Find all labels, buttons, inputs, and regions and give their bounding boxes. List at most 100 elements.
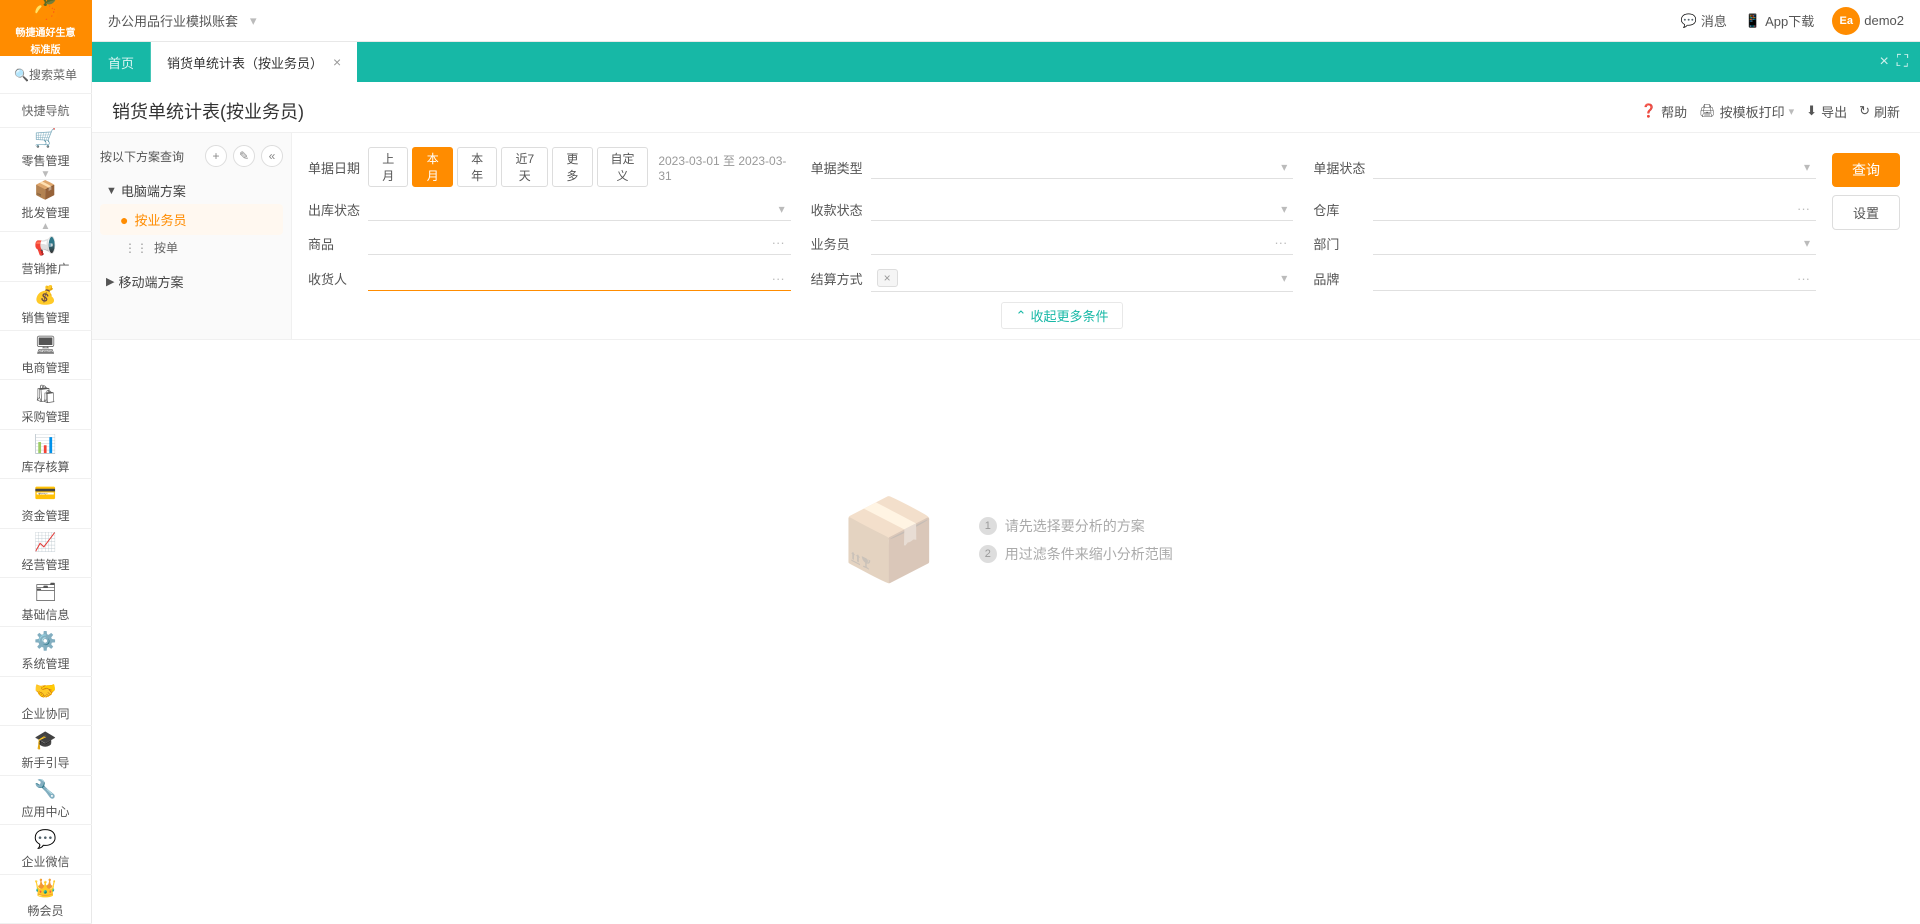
help-button[interactable]: ❓ 帮助 — [1641, 102, 1687, 121]
brand-dots: ··· — [1797, 271, 1810, 286]
collapse-button[interactable]: ⌃ 收起更多条件 — [1001, 302, 1124, 329]
receipt-status-select[interactable]: ▾ — [871, 198, 1294, 221]
print-button[interactable]: 🖨 按模板打印 ▾ — [1699, 102, 1794, 121]
tab-home[interactable]: 首页 — [92, 42, 151, 82]
filter-collapse-row: ⌃ 收起更多条件 — [292, 292, 1832, 339]
wholesale-arrow: ▲ — [41, 221, 51, 232]
panel-collapse-btn[interactable]: « — [261, 145, 283, 167]
sidebar-item-ecommerce[interactable]: 🖥 电商管理 — [0, 331, 92, 380]
panel-sub-order[interactable]: ⋮⋮ 按单 — [116, 235, 283, 260]
tab-expand[interactable]: × ⛶ — [1867, 42, 1920, 82]
edit-icon: ✎ — [239, 149, 249, 163]
sidebar-item-operation[interactable]: 📈 经营管理 — [0, 529, 92, 578]
sidebar-item-retail[interactable]: 🛒 零售管理 ▼ — [0, 128, 92, 180]
topbar-right: 💬 消息 📱 App下载 Ea demo2 — [1681, 7, 1904, 35]
settlement-tag-close[interactable]: × — [884, 271, 891, 285]
mobile-section-header[interactable]: ▶ 移动端方案 — [100, 268, 283, 295]
print-arrow: ▾ — [1789, 105, 1795, 118]
out-status-select[interactable]: ▾ — [368, 198, 791, 221]
sidebar-item-member[interactable]: 👑 畅会员 — [0, 875, 92, 924]
sidebar-quick-nav[interactable]: 快捷导航 — [0, 94, 92, 128]
tab-home-label: 首页 — [108, 53, 134, 72]
close-window-icon[interactable]: × — [1879, 53, 1888, 71]
sidebar-item-sales-label: 销售管理 — [21, 309, 69, 326]
retail-arrow: ▼ — [41, 169, 51, 180]
sidebar-item-purchase[interactable]: 🛍 采购管理 — [0, 380, 92, 429]
sidebar-item-sales[interactable]: 💰 销售管理 — [0, 282, 92, 331]
sidebar-item-marketing[interactable]: 📢 营销推广 — [0, 232, 92, 281]
filter-row-3: 商品 ··· 业务员 ··· 部门 ▾ — [292, 221, 1832, 255]
tab-active[interactable]: 销货单统计表（按业务员） × — [151, 42, 357, 82]
user-profile[interactable]: Ea demo2 — [1832, 7, 1904, 35]
expand-icon[interactable]: ⛶ — [1897, 53, 1908, 71]
message-button[interactable]: 💬 消息 — [1681, 11, 1727, 30]
topbar-dropdown-icon[interactable]: ▾ — [250, 13, 257, 29]
brand-input[interactable]: ··· — [1373, 267, 1816, 291]
settlement-select[interactable]: × ▾ — [871, 265, 1294, 292]
sidebar-item-inventory-label: 库存核算 — [21, 458, 69, 475]
doc-type-label: 单据类型 — [811, 158, 863, 177]
sidebar-item-inventory[interactable]: 📊 库存核算 — [0, 430, 92, 479]
date-btn-more[interactable]: 更多 — [552, 147, 592, 187]
sidebar-item-wholesale[interactable]: 📦 批发管理 ▲ — [0, 180, 92, 232]
refresh-label: 刷新 — [1874, 102, 1900, 121]
page-header: 销货单统计表(按业务员) ❓ 帮助 🖨 按模板打印 ▾ ⬇ 导出 ↻ 刷新 — [92, 82, 1920, 133]
refresh-button[interactable]: ↻ 刷新 — [1859, 102, 1900, 121]
page-actions: ❓ 帮助 🖨 按模板打印 ▾ ⬇ 导出 ↻ 刷新 — [1641, 102, 1900, 121]
tab-close-icon[interactable]: × — [333, 54, 341, 70]
topbar: 办公用品行业模拟账套 ▾ 💬 消息 📱 App下载 Ea demo2 — [92, 0, 1920, 42]
date-btn-this-year[interactable]: 本年 — [457, 147, 497, 187]
sidebar-item-finance[interactable]: 💳 资金管理 — [0, 479, 92, 528]
salesman-input[interactable]: ··· — [871, 231, 1294, 255]
operation-icon: 📈 — [34, 532, 56, 553]
marketing-icon: 📢 — [34, 236, 56, 257]
date-btn-7days[interactable]: 近7天 — [501, 147, 548, 187]
sidebar-item-appstore[interactable]: 🔧 应用中心 — [0, 776, 92, 825]
desktop-section-header[interactable]: ▼ 电脑端方案 — [100, 177, 283, 204]
print-label: 按模板打印 — [1720, 102, 1785, 121]
sidebar-search[interactable]: 🔍 搜索菜单 — [0, 56, 92, 94]
query-button[interactable]: 查询 — [1832, 153, 1900, 187]
sidebar-item-system[interactable]: ⚙️ 系统管理 — [0, 627, 92, 676]
doc-status-select[interactable]: ▾ — [1373, 156, 1816, 179]
panel-item-salesman[interactable]: ● 按业务员 — [100, 204, 283, 235]
panel-item-salesman-label: 按业务员 — [134, 210, 186, 229]
print-icon: 🖨 — [1699, 103, 1716, 119]
app-download-button[interactable]: 📱 App下载 — [1745, 11, 1814, 30]
doc-status-label: 单据状态 — [1313, 158, 1365, 177]
goods-dots: ··· — [772, 235, 785, 250]
export-button[interactable]: ⬇ 导出 — [1806, 102, 1847, 121]
filter-row-2: 出库状态 ▾ 收款状态 ▾ 仓库 ··· — [292, 187, 1832, 221]
panel-edit-btn[interactable]: ✎ — [233, 145, 255, 167]
dept-label: 部门 — [1313, 234, 1373, 253]
help-label: 帮助 — [1661, 102, 1687, 121]
left-panel: 按以下方案查询 + ✎ « ▼ — [92, 133, 292, 339]
goods-input[interactable]: ··· — [368, 231, 791, 255]
consignee-input[interactable]: ··· — [368, 267, 791, 291]
date-btn-last-month[interactable]: 上月 — [368, 147, 408, 187]
sidebar-item-newbie[interactable]: 🎓 新手引导 — [0, 726, 92, 775]
collapse-arrow-icon: ⌃ — [1016, 308, 1027, 324]
collapse-label: 收起更多条件 — [1030, 306, 1108, 325]
warehouse-label: 仓库 — [1313, 200, 1373, 219]
dept-select[interactable]: ▾ — [1373, 232, 1816, 255]
date-btn-custom[interactable]: 自定义 — [597, 147, 649, 187]
panel-sub-order-label: 按单 — [154, 239, 178, 256]
ecommerce-icon: 🖥 — [34, 335, 57, 356]
section-arrow: ▼ — [106, 185, 117, 197]
system-icon: ⚙️ — [34, 631, 56, 652]
settings-button[interactable]: 设置 — [1832, 195, 1900, 230]
sidebar-item-basic[interactable]: 🗂 基础信息 — [0, 578, 92, 627]
warehouse-dots: ··· — [1797, 201, 1810, 216]
warehouse-select[interactable]: ··· — [1373, 197, 1816, 221]
doc-type-select[interactable]: ▾ — [871, 156, 1294, 179]
sidebar-item-corp[interactable]: 🤝 企业协同 — [0, 677, 92, 726]
add-icon: + — [212, 149, 219, 163]
retail-icon: 🛒 — [34, 128, 56, 149]
empty-content: 📦 1 请先选择要分析的方案 2 用过滤条件来缩小分析范围 — [839, 493, 1173, 587]
settlement-arrow: ▾ — [1281, 271, 1287, 285]
date-btn-this-month[interactable]: 本月 — [412, 147, 452, 187]
panel-add-btn[interactable]: + — [205, 145, 227, 167]
sidebar-item-wechat[interactable]: 💬 企业微信 — [0, 825, 92, 874]
sidebar-item-purchase-label: 采购管理 — [21, 408, 69, 425]
